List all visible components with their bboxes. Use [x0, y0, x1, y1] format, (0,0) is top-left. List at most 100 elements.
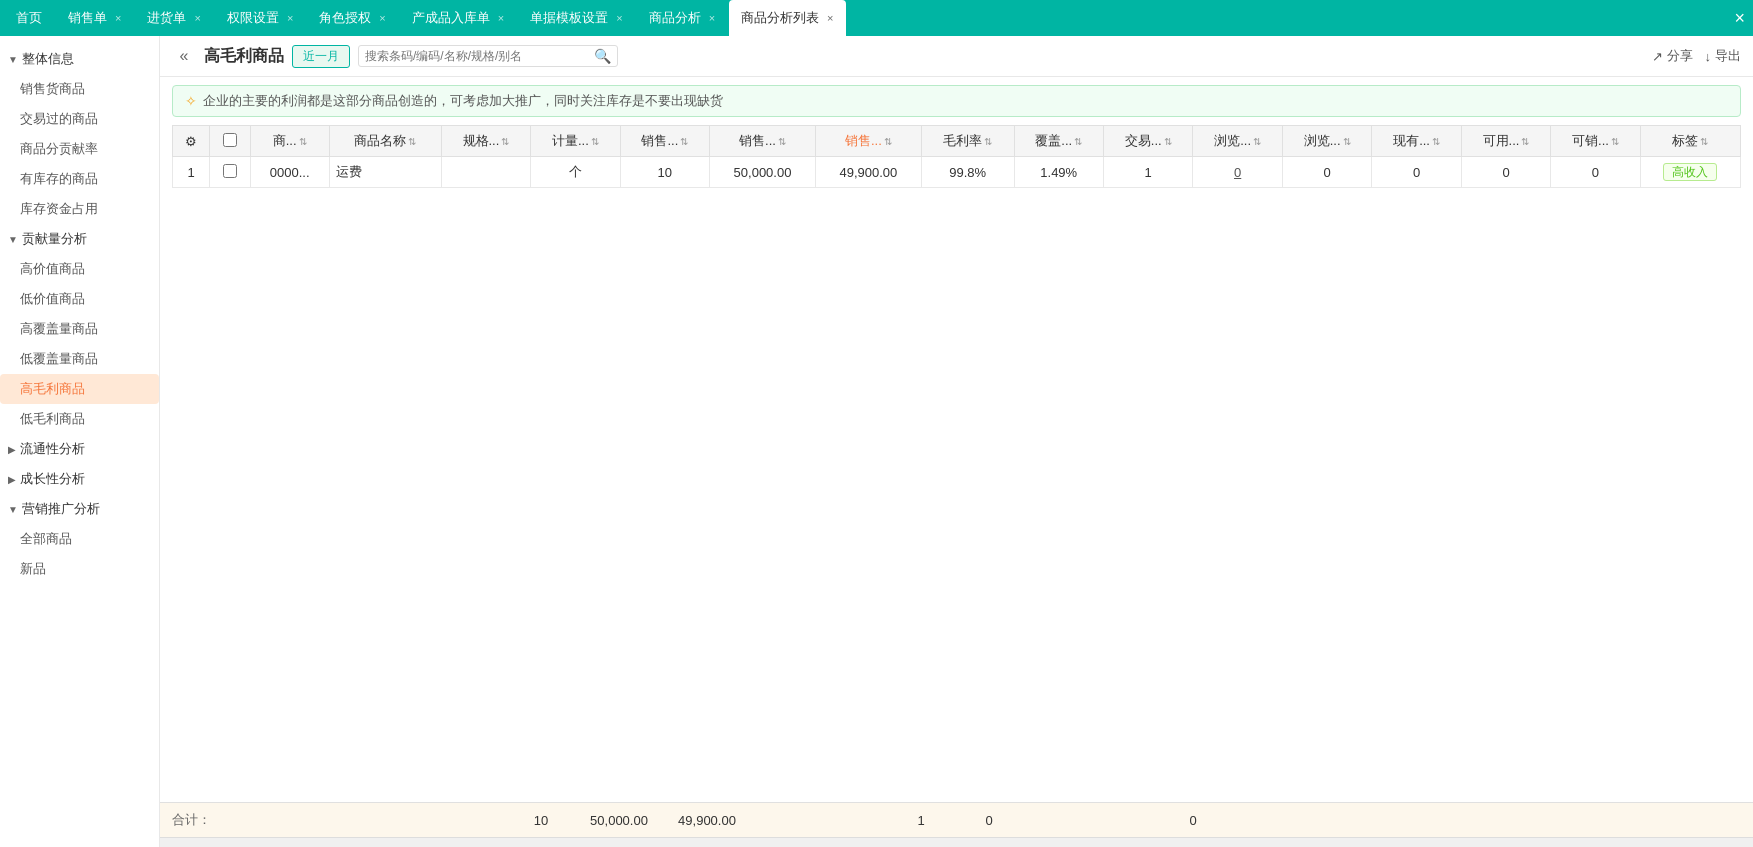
col-tag[interactable]: 标签⇅	[1640, 126, 1740, 157]
nav-item-role[interactable]: 角色授权 ×	[307, 0, 397, 36]
col-coverage[interactable]: 覆盖...⇅	[1014, 126, 1103, 157]
cell-unit: 个	[531, 157, 620, 188]
cell-gross-margin: 99.8%	[921, 157, 1014, 188]
cell-saleable: 0	[1551, 157, 1640, 188]
footer-browse1: 0	[959, 813, 1019, 828]
col-sales-qty[interactable]: 销售...⇅	[620, 126, 709, 157]
cell-code: 0000...	[250, 157, 329, 188]
col-sales-amount[interactable]: 销售...⇅	[710, 126, 816, 157]
sidebar-group-overall[interactable]: ▼ 整体信息	[0, 44, 159, 74]
close-icon[interactable]: ×	[498, 12, 504, 24]
info-icon: ✧	[185, 93, 197, 109]
col-checkbox	[210, 126, 250, 157]
nav-item-home[interactable]: 首页	[4, 0, 54, 36]
select-all-checkbox[interactable]	[223, 133, 237, 147]
col-sales-profit[interactable]: 销售...⇅	[815, 126, 921, 157]
col-spec[interactable]: 规格...⇅	[441, 126, 530, 157]
export-button[interactable]: ↓ 导出	[1705, 47, 1742, 65]
close-icon[interactable]: ×	[379, 12, 385, 24]
sidebar-item-low-value[interactable]: 低价值商品	[0, 284, 159, 314]
search-box: 🔍	[358, 45, 618, 67]
sidebar-item-new-goods[interactable]: 新品	[0, 554, 159, 584]
cell-browse2: 0	[1282, 157, 1371, 188]
col-browse1[interactable]: 浏览...⇅	[1193, 126, 1282, 157]
footer-sales-qty: 10	[511, 813, 571, 828]
col-current-stock[interactable]: 现有...⇅	[1372, 126, 1461, 157]
sidebar-item-low-margin[interactable]: 低毛利商品	[0, 404, 159, 434]
close-icon[interactable]: ×	[194, 12, 200, 24]
chevron-right-icon: ▶	[8, 474, 16, 485]
close-icon[interactable]: ×	[827, 12, 833, 24]
close-icon[interactable]: ×	[287, 12, 293, 24]
sidebar-item-all-goods[interactable]: 全部商品	[0, 524, 159, 554]
share-icon: ↗	[1652, 49, 1663, 64]
nav-item-purchase[interactable]: 进货单 ×	[135, 0, 212, 36]
sidebar-item-stock-capital[interactable]: 库存资金占用	[0, 194, 159, 224]
search-input[interactable]	[365, 49, 594, 63]
footer-sales-amount: 50,000.00	[579, 813, 659, 828]
chevron-down-icon: ▼	[8, 54, 18, 65]
top-nav: 首页 销售单 × 进货单 × 权限设置 × 角色授权 × 产成品入库单 × 单据…	[0, 0, 1753, 36]
nav-item-product-analysis-list[interactable]: 商品分析列表 ×	[729, 0, 845, 36]
sidebar-group-contribution[interactable]: ▼ 贡献量分析	[0, 224, 159, 254]
chevron-down-icon: ▼	[8, 234, 18, 245]
sidebar-item-high-margin[interactable]: 高毛利商品	[0, 374, 159, 404]
cell-available: 0	[1461, 157, 1550, 188]
export-icon: ↓	[1705, 49, 1712, 64]
col-available[interactable]: 可用...⇅	[1461, 126, 1550, 157]
collapse-sidebar-button[interactable]: «	[172, 44, 196, 68]
cell-name: 运费	[329, 157, 441, 188]
share-button[interactable]: ↗ 分享	[1652, 47, 1693, 65]
nav-item-permission[interactable]: 权限设置 ×	[215, 0, 305, 36]
row-checkbox[interactable]	[223, 164, 237, 178]
cell-spec	[441, 157, 530, 188]
total-label: 合计：	[172, 811, 211, 829]
sidebar-group-growth[interactable]: ▶ 成长性分析	[0, 464, 159, 494]
cell-sales-amount: 50,000.00	[710, 157, 816, 188]
table-container: ⚙ 商...⇅ 商品名称⇅ 规格...⇅ 计量...⇅ 销售...⇅ 销售...…	[172, 125, 1741, 802]
col-name[interactable]: 商品名称⇅	[329, 126, 441, 157]
table-row: 1 0000... 运费 个 10 50,000.00 49,900.00 99…	[173, 157, 1741, 188]
page-title: 高毛利商品	[204, 46, 284, 67]
sidebar-item-high-coverage[interactable]: 高覆盖量商品	[0, 314, 159, 344]
nav-item-sales[interactable]: 销售单 ×	[56, 0, 133, 36]
nav-item-template[interactable]: 单据模板设置 ×	[518, 0, 634, 36]
col-saleable[interactable]: 可销...⇅	[1551, 126, 1640, 157]
nav-item-production[interactable]: 产成品入库单 ×	[400, 0, 516, 36]
sidebar-item-high-value[interactable]: 高价值商品	[0, 254, 159, 284]
col-unit[interactable]: 计量...⇅	[531, 126, 620, 157]
date-filter-button[interactable]: 近一月	[292, 45, 350, 68]
tag-badge: 高收入	[1663, 163, 1717, 181]
cell-checkbox	[210, 157, 250, 188]
close-all-tabs-button[interactable]: ×	[1734, 9, 1745, 27]
col-gross-margin[interactable]: 毛利率⇅	[921, 126, 1014, 157]
close-icon[interactable]: ×	[616, 12, 622, 24]
cell-tag: 高收入	[1640, 157, 1740, 188]
content-area: « 高毛利商品 近一月 🔍 ↗ 分享 ↓ 导出 ✧ 企业的主要的利润都是这部	[160, 36, 1753, 847]
nav-item-product-analysis[interactable]: 商品分析 ×	[637, 0, 727, 36]
cell-coverage: 1.49%	[1014, 157, 1103, 188]
sidebar-item-in-stock[interactable]: 有库存的商品	[0, 164, 159, 194]
sidebar-group-liquidity[interactable]: ▶ 流通性分析	[0, 434, 159, 464]
close-icon[interactable]: ×	[709, 12, 715, 24]
cell-sales-profit: 49,900.00	[815, 157, 921, 188]
col-browse2[interactable]: 浏览...⇅	[1282, 126, 1371, 157]
search-icon[interactable]: 🔍	[594, 48, 611, 64]
info-banner: ✧ 企业的主要的利润都是这部分商品创造的，可考虑加大推广，同时关注库存是不要出现…	[172, 85, 1741, 117]
footer-available: 0	[1163, 813, 1223, 828]
sidebar-item-traded-goods[interactable]: 交易过的商品	[0, 104, 159, 134]
sidebar-item-contribution-rate[interactable]: 商品分贡献率	[0, 134, 159, 164]
col-code[interactable]: 商...⇅	[250, 126, 329, 157]
cell-current-stock: 0	[1372, 157, 1461, 188]
sidebar-item-low-coverage[interactable]: 低覆盖量商品	[0, 344, 159, 374]
header-actions: ↗ 分享 ↓ 导出	[1652, 47, 1742, 65]
sidebar-item-sales-goods[interactable]: 销售货商品	[0, 74, 159, 104]
col-settings[interactable]: ⚙	[173, 126, 210, 157]
main-layout: ▼ 整体信息 销售货商品 交易过的商品 商品分贡献率 有库存的商品 库存资金占用…	[0, 36, 1753, 847]
data-table: ⚙ 商...⇅ 商品名称⇅ 规格...⇅ 计量...⇅ 销售...⇅ 销售...…	[172, 125, 1741, 188]
horizontal-scrollbar[interactable]	[160, 837, 1753, 847]
close-icon[interactable]: ×	[115, 12, 121, 24]
col-transaction[interactable]: 交易...⇅	[1103, 126, 1192, 157]
browse1-link[interactable]: 0	[1234, 165, 1241, 180]
sidebar-group-marketing[interactable]: ▼ 营销推广分析	[0, 494, 159, 524]
